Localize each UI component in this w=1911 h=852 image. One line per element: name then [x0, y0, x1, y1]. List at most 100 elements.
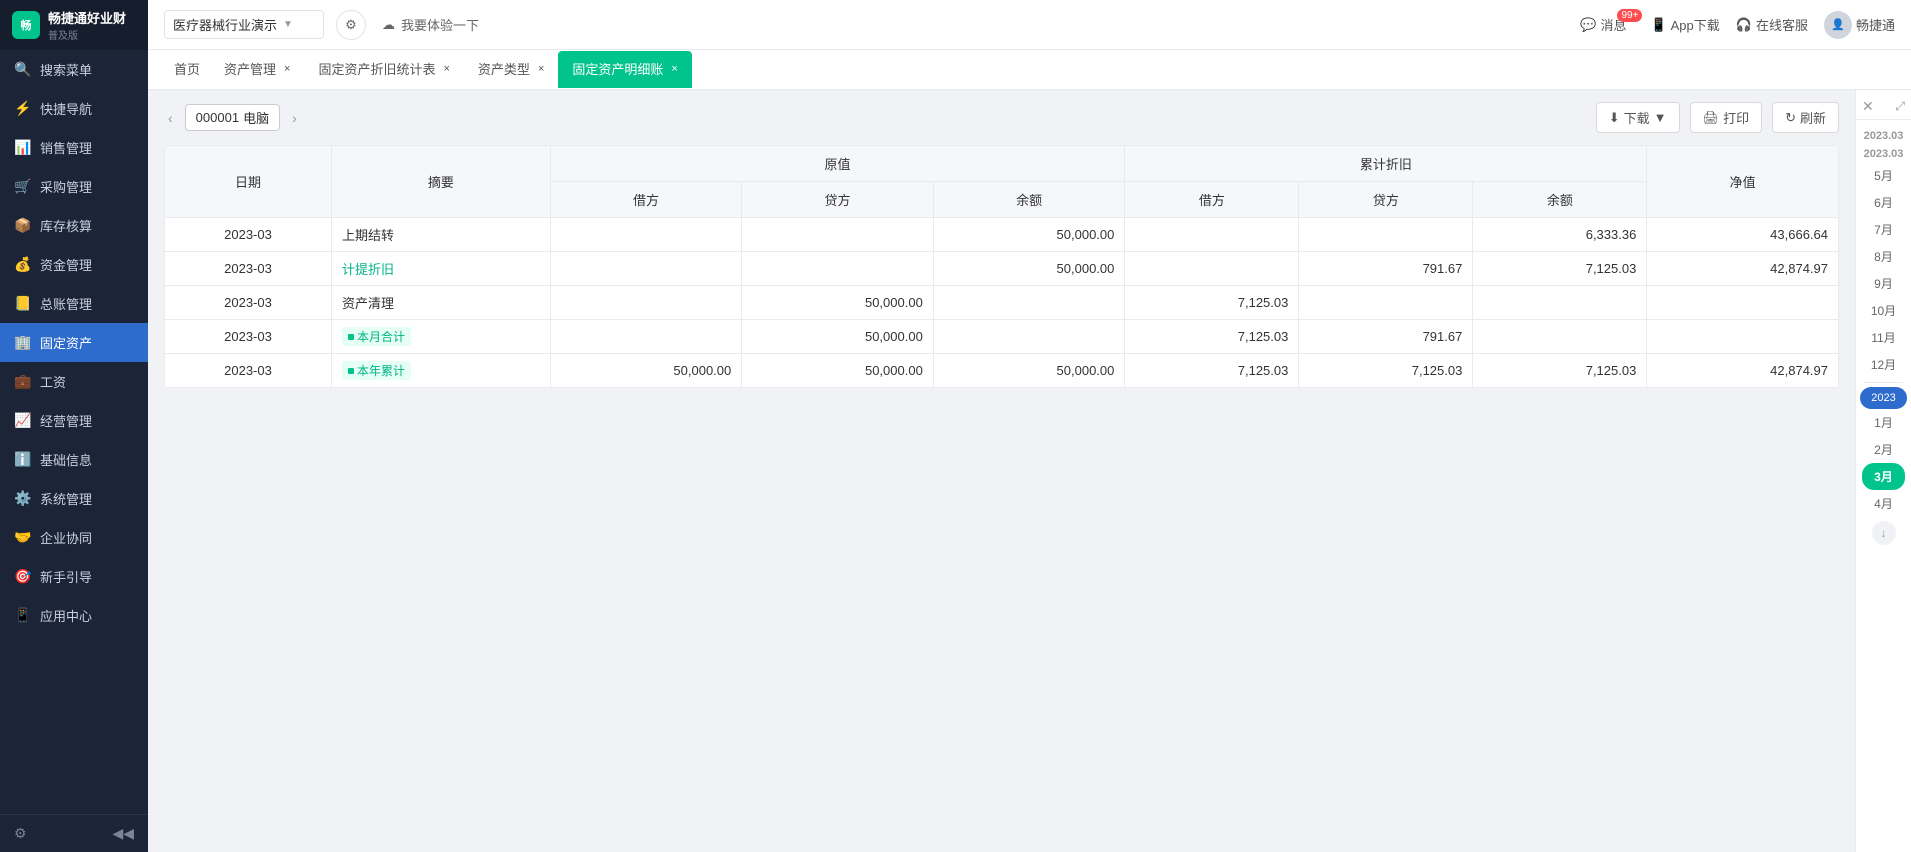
app-download-label: App下载 [1671, 15, 1720, 34]
app-center-icon: 📱 [14, 607, 32, 625]
ledger-label: 总账管理 [40, 294, 92, 313]
th-date: 日期 [165, 146, 332, 218]
tab-asset-mgmt[interactable]: 资产管理 × [210, 51, 304, 88]
asset-table-wrap: 日期 摘要 原值 累计折旧 净值 借方 贷方 余额 借方 贷方 余额 [164, 145, 1839, 388]
topbar-settings-button[interactable]: ⚙ [336, 10, 366, 40]
tl-month-1[interactable]: 1月 [1856, 409, 1911, 436]
app-download-button[interactable]: 📱 App下载 [1650, 15, 1719, 34]
download-label: 下载 [1624, 108, 1650, 127]
td-balance-1: 50,000.00 [933, 252, 1125, 286]
summary-link-1[interactable]: 计提折旧 [342, 262, 394, 277]
td-acc-credit-1: 791.67 [1299, 252, 1473, 286]
sidebar-item-app-center[interactable]: 📱 应用中心 [0, 596, 148, 635]
online-service-button[interactable]: 🎧 在线客服 [1736, 15, 1808, 34]
salary-label: 工资 [40, 372, 66, 391]
tl-month-5[interactable]: 5月 [1856, 162, 1911, 189]
th-credit: 贷方 [742, 182, 934, 218]
summary-badge-3: 本月合计 [342, 327, 411, 346]
tab-asset-detail[interactable]: 固定资产明细账 × [558, 51, 691, 88]
experience-button[interactable]: ☁ 我要体验一下 [382, 15, 479, 34]
tab-depreciation-stat-close[interactable]: × [443, 63, 449, 75]
tab-asset-detail-close[interactable]: × [671, 63, 677, 75]
sidebar-settings-icon[interactable]: ⚙ [14, 825, 27, 842]
sidebar-item-sales[interactable]: 📊 销售管理 [0, 128, 148, 167]
th-acc-balance: 余额 [1473, 182, 1647, 218]
td-date-1: 2023-03 [165, 252, 332, 286]
td-credit-3: 50,000.00 [742, 320, 934, 354]
tl-month-8[interactable]: 8月 [1856, 243, 1911, 270]
refresh-button[interactable]: ↻ 刷新 [1772, 102, 1839, 133]
th-original-value: 原值 [550, 146, 1125, 182]
tl-month-9[interactable]: 9月 [1856, 270, 1911, 297]
print-button[interactable]: 🖨 打印 [1690, 102, 1763, 133]
sidebar-item-salary[interactable]: 💼 工资 [0, 362, 148, 401]
tl-month-10[interactable]: 10月 [1856, 297, 1911, 324]
cloud-icon: ☁ [382, 17, 395, 33]
th-acc-debit: 借方 [1125, 182, 1299, 218]
sidebar-item-purchase[interactable]: 🛒 采购管理 [0, 167, 148, 206]
tab-asset-type-close[interactable]: × [538, 63, 544, 75]
sidebar-item-finance[interactable]: 💰 资金管理 [0, 245, 148, 284]
td-date-3: 2023-03 [165, 320, 332, 354]
tab-asset-mgmt-close[interactable]: × [284, 63, 290, 75]
quick-nav-icon: ⚡ [14, 100, 32, 118]
search-menu-item[interactable]: 🔍 搜索菜单 [0, 50, 148, 89]
sidebar-item-ledger[interactable]: 📒 总账管理 [0, 284, 148, 323]
basic-info-label: 基础信息 [40, 450, 92, 469]
asset-name: 电脑 [243, 108, 269, 127]
td-summary-2: 资产清理 [331, 286, 550, 320]
td-debit-1 [550, 252, 742, 286]
table-row: 2023-03本月合计50,000.007,125.03791.67 [165, 320, 1839, 354]
message-button[interactable]: 💬 消息 99+ [1572, 15, 1634, 34]
download-button[interactable]: ⬇ 下载 ▼ [1596, 102, 1680, 133]
sidebar-subtitle: 普及版 [48, 27, 126, 42]
td-balance-0: 50,000.00 [933, 218, 1125, 252]
tl-month-6[interactable]: 6月 [1856, 189, 1911, 216]
sidebar-item-enterprise[interactable]: 🤝 企业协同 [0, 518, 148, 557]
tl-month-11[interactable]: 11月 [1856, 324, 1911, 351]
sidebar-item-quick-nav[interactable]: ⚡ 快捷导航 [0, 89, 148, 128]
tl-month-7[interactable]: 7月 [1856, 216, 1911, 243]
td-acc-credit-2 [1299, 286, 1473, 320]
td-summary-0: 上期结转 [331, 218, 550, 252]
guide-label: 新手引导 [40, 567, 92, 586]
sidebar-item-guide[interactable]: 🎯 新手引导 [0, 557, 148, 596]
td-balance-2 [933, 286, 1125, 320]
td-acc-balance-2 [1473, 286, 1647, 320]
td-date-2: 2023-03 [165, 286, 332, 320]
user-profile[interactable]: 👤 畅捷通 [1824, 11, 1895, 39]
right-panel-close-button[interactable]: ✕ [1862, 98, 1874, 115]
sidebar-header: 畅 畅捷通好业财 普及版 [0, 0, 148, 50]
tl-year-badge-2023[interactable]: 2023 [1860, 387, 1907, 409]
sidebar-collapse-icon[interactable]: ◀◀ [112, 825, 134, 842]
tl-year-2023-top: 2023.03 [1856, 126, 1911, 144]
asset-next-button[interactable]: › [288, 108, 301, 128]
tab-asset-type-label: 资产类型 [478, 59, 530, 78]
quick-nav-label: 快捷导航 [40, 99, 92, 118]
tl-month-3-active[interactable]: 3月 [1862, 463, 1905, 490]
sidebar-item-system[interactable]: ⚙️ 系统管理 [0, 479, 148, 518]
sales-icon: 📊 [14, 139, 32, 157]
tab-depreciation-stat[interactable]: 固定资产折旧统计表 × [304, 51, 463, 88]
td-net-value-1: 42,874.97 [1647, 252, 1839, 286]
tab-home[interactable]: 首页 [164, 51, 210, 88]
refresh-icon: ↻ [1785, 110, 1796, 126]
download-dropdown-icon: ▼ [1654, 110, 1667, 125]
tab-asset-type[interactable]: 资产类型 × [464, 51, 558, 88]
tl-month-4[interactable]: 4月 [1856, 490, 1911, 517]
tl-month-2[interactable]: 2月 [1856, 436, 1911, 463]
tl-month-12[interactable]: 12月 [1856, 351, 1911, 378]
salary-icon: 💼 [14, 373, 32, 391]
td-credit-4: 50,000.00 [742, 354, 934, 388]
sidebar-item-basic-info[interactable]: ℹ️ 基础信息 [0, 440, 148, 479]
right-panel-expand-button[interactable]: ⤢ [1895, 99, 1905, 114]
td-debit-4: 50,000.00 [550, 354, 742, 388]
tl-nav-down-button[interactable]: ↓ [1872, 521, 1896, 545]
asset-code: 000001 [196, 110, 239, 125]
sidebar-item-fixed-assets[interactable]: 🏢 固定资产 [0, 323, 148, 362]
company-selector[interactable]: 医疗器械行业演示 ▼ [164, 10, 324, 39]
sidebar-item-operations[interactable]: 📈 经营管理 [0, 401, 148, 440]
sidebar-item-inventory[interactable]: 📦 库存核算 [0, 206, 148, 245]
asset-prev-button[interactable]: ‹ [164, 108, 177, 128]
table-row: 2023-03本年累计50,000.0050,000.0050,000.007,… [165, 354, 1839, 388]
